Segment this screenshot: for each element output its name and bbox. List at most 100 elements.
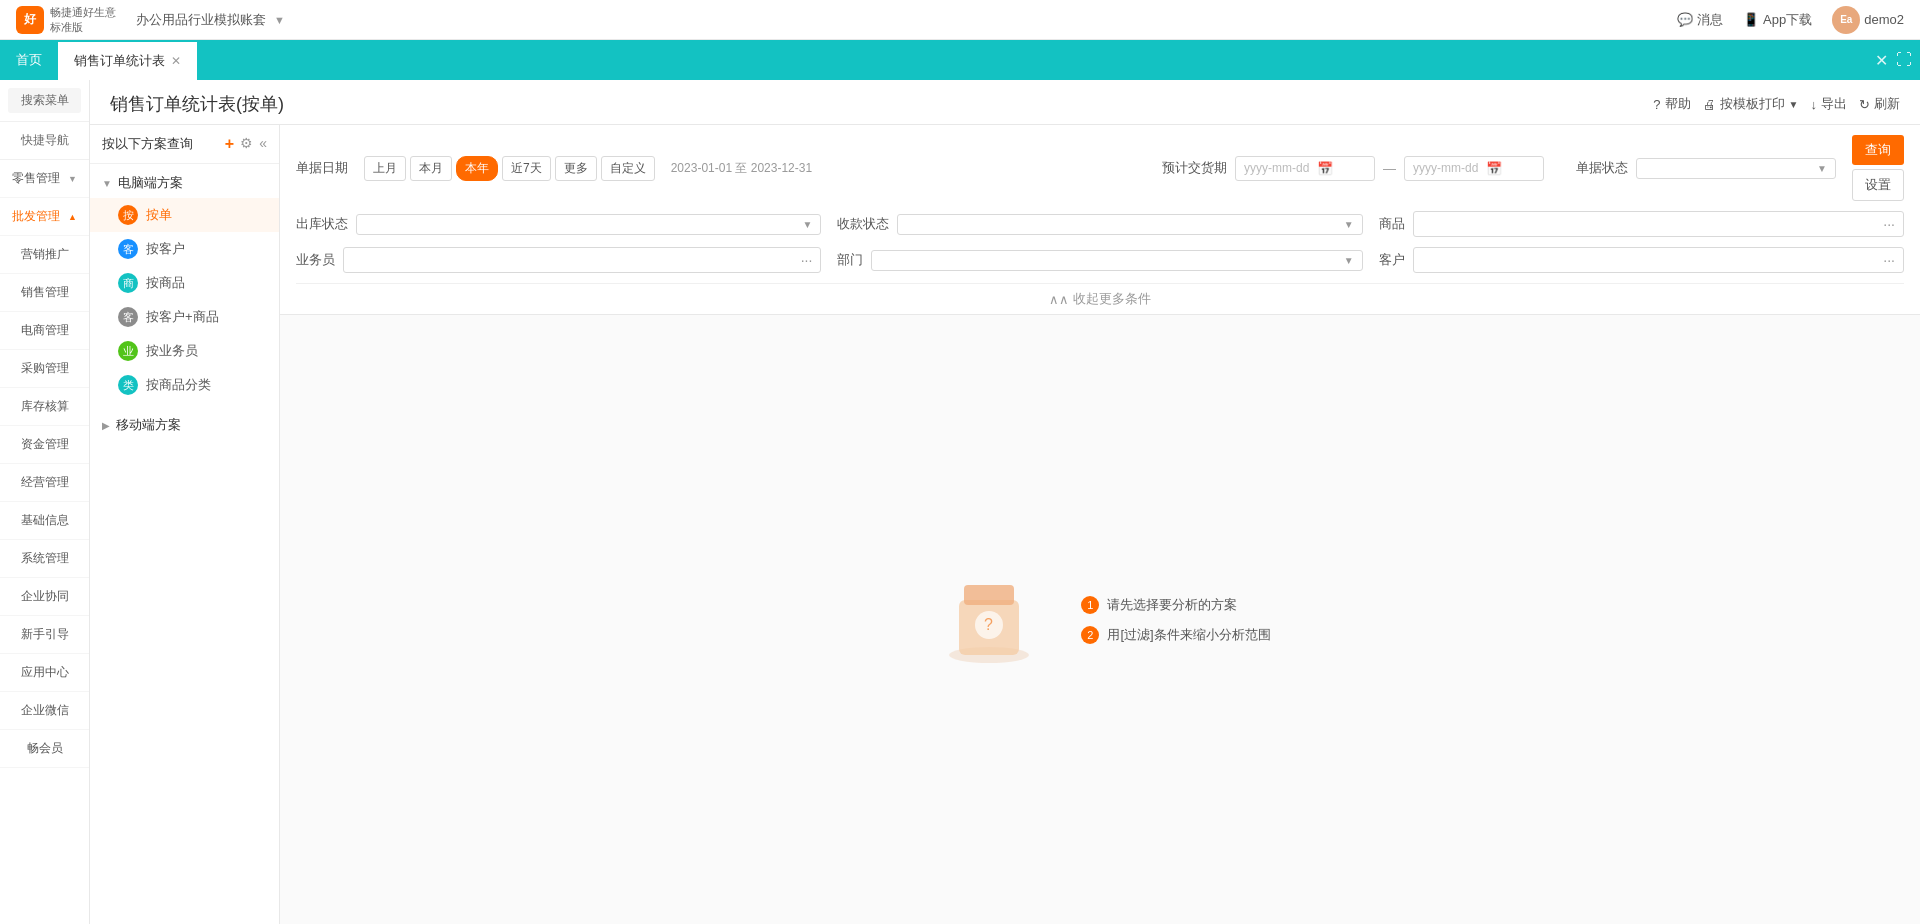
sidebar-item-wholesale-label: 批发管理 (12, 208, 60, 225)
tab-expand-icon[interactable]: ⛶ (1896, 51, 1912, 69)
scheme-add-icon[interactable]: + (225, 135, 234, 153)
sidebar-item-operation[interactable]: 经营管理 (0, 464, 89, 502)
pc-group-arrow-icon: ▼ (102, 178, 112, 189)
sidebar-item-sales[interactable]: 销售管理 (0, 274, 89, 312)
scheme-edit-icon[interactable]: ⚙ (240, 135, 253, 153)
calendar-icon-2: 📅 (1486, 161, 1502, 176)
scheme-header: 按以下方案查询 + ⚙ « (90, 125, 279, 164)
sidebar-item-inventory[interactable]: 库存核算 (0, 388, 89, 426)
scheme-item-bystaff-icon: 业 (118, 341, 138, 361)
page-title: 销售订单统计表(按单) (110, 92, 284, 116)
sidebar-item-retail[interactable]: 零售管理 ▼ (0, 160, 89, 198)
mobile-group-title: 移动端方案 (116, 416, 181, 434)
sidebar-item-finance[interactable]: 资金管理 (0, 426, 89, 464)
payment-select[interactable]: ▼ (897, 214, 1362, 235)
collapse-button[interactable]: ∧∧ 收起更多条件 (1049, 290, 1151, 308)
empty-hints: 1 请先选择要分析的方案 2 用[过滤]条件来缩小分析范围 (1081, 596, 1270, 644)
tab-home[interactable]: 首页 (0, 40, 58, 80)
sidebar-item-retail-label: 零售管理 (12, 170, 60, 187)
collapse-area: ∧∧ 收起更多条件 (296, 283, 1904, 314)
goods-select[interactable]: ··· (1413, 211, 1904, 237)
sidebar-item-wholesale[interactable]: 批发管理 ▲ (0, 198, 89, 236)
sidebar-item-enterprise[interactable]: 企业协同 (0, 578, 89, 616)
scheme-item-by-category[interactable]: 类 按商品分类 (90, 368, 279, 402)
print-arrow-icon: ▼ (1789, 99, 1799, 110)
scheme-collapse-icon[interactable]: « (259, 135, 267, 153)
sidebar-item-member[interactable]: 畅会员 (0, 730, 89, 768)
tab-sales-stat[interactable]: 销售订单统计表 ✕ (58, 40, 197, 80)
date-btn-custom[interactable]: 自定义 (601, 156, 655, 181)
filter-row-3: 业务员 ··· 部门 ▼ (296, 247, 1904, 273)
payment-label: 收款状态 (837, 215, 889, 233)
query-button[interactable]: 查询 (1852, 135, 1904, 165)
message-icon: 💬 (1677, 12, 1693, 27)
delivery-select[interactable]: ▼ (356, 214, 821, 235)
help-button[interactable]: ? 帮助 (1653, 95, 1690, 113)
message-button[interactable]: 💬 消息 (1677, 11, 1723, 29)
top-bar-left: 好 畅捷通好生意 标准版 办公用品行业模拟账套 ▼ (16, 5, 285, 34)
content-area: 销售订单统计表(按单) ? 帮助 🖨 按模板打印 ▼ ↓ 导出 ↻ 刷新 (90, 80, 1920, 924)
expected-date-start[interactable]: yyyy-mm-dd 📅 (1235, 156, 1375, 181)
dept-arrow-icon: ▼ (1344, 255, 1354, 266)
expected-date-end-placeholder: yyyy-mm-dd (1413, 161, 1478, 175)
date-buttons-group: 上月 本月 本年 近7天 更多 自定义 (364, 156, 655, 181)
mobile-icon: 📱 (1743, 12, 1759, 27)
logo-area: 好 畅捷通好生意 标准版 (16, 5, 116, 34)
date-btn-7days[interactable]: 近7天 (502, 156, 551, 181)
export-icon: ↓ (1811, 97, 1818, 112)
export-button[interactable]: ↓ 导出 (1811, 95, 1848, 113)
sidebar-item-marketing[interactable]: 营销推广 (0, 236, 89, 274)
search-menu-button[interactable]: 搜索菜单 (8, 88, 81, 113)
print-template-button[interactable]: 🖨 按模板打印 ▼ (1703, 95, 1799, 113)
app-download-button[interactable]: 📱 App下载 (1743, 11, 1812, 29)
settings-button[interactable]: 设置 (1852, 169, 1904, 201)
sidebar-item-ecommerce[interactable]: 电商管理 (0, 312, 89, 350)
customer-label: 客户 (1379, 251, 1405, 269)
date-btn-more[interactable]: 更多 (555, 156, 597, 181)
user-menu[interactable]: Ea demo2 (1832, 6, 1904, 34)
mobile-group-arrow-icon: ▶ (102, 420, 110, 431)
staff-dots-icon: ··· (801, 252, 813, 268)
breadcrumb-arrow-icon[interactable]: ▼ (274, 14, 285, 26)
date-btn-this-month[interactable]: 本月 (410, 156, 452, 181)
date-btn-this-year[interactable]: 本年 (456, 156, 498, 181)
scheme-item-by-customer[interactable]: 客 按客户 (90, 232, 279, 266)
hint-text-1: 请先选择要分析的方案 (1107, 596, 1237, 614)
scheme-group-mobile-header[interactable]: ▶ 移动端方案 (90, 410, 279, 440)
payment-status-cell: 收款状态 ▼ (821, 214, 1378, 235)
sidebar-item-appcenter[interactable]: 应用中心 (0, 654, 89, 692)
dept-select[interactable]: ▼ (871, 250, 1362, 271)
tab-close-icon[interactable]: ✕ (171, 54, 181, 68)
scheme-group-mobile: ▶ 移动端方案 (90, 406, 279, 444)
scheme-item-by-customer-goods[interactable]: 客 按客户+商品 (90, 300, 279, 334)
expected-date-end[interactable]: yyyy-mm-dd 📅 (1404, 156, 1544, 181)
calendar-icon: 📅 (1317, 161, 1333, 176)
date-btn-last-month[interactable]: 上月 (364, 156, 406, 181)
scheme-item-by-staff[interactable]: 业 按业务员 (90, 334, 279, 368)
scheme-group-pc-header[interactable]: ▼ 电脑端方案 (90, 168, 279, 198)
expected-date-label: 预计交货期 (1162, 159, 1227, 177)
sidebar-item-system[interactable]: 系统管理 (0, 540, 89, 578)
sidebar-item-basic[interactable]: 基础信息 (0, 502, 89, 540)
scheme-item-by-order[interactable]: 按 按单 (90, 198, 279, 232)
status-select-arrow-icon: ▼ (1817, 163, 1827, 174)
data-area: ? 1 请先选择要分析的方案 2 用[过滤]条件来缩小分析范围 (280, 315, 1920, 924)
status-select[interactable]: ▼ (1636, 158, 1836, 179)
sidebar-item-guide[interactable]: 新手引导 (0, 616, 89, 654)
tab-close-all-icon[interactable]: ✕ (1875, 51, 1888, 70)
customer-select[interactable]: ··· (1413, 247, 1904, 273)
staff-select[interactable]: ··· (343, 247, 821, 273)
date-label: 单据日期 (296, 159, 348, 177)
home-tab-label: 首页 (16, 51, 42, 69)
sales-tab-label: 销售订单统计表 (74, 52, 165, 70)
action-buttons: 查询 设置 (1852, 135, 1904, 201)
refresh-button[interactable]: ↻ 刷新 (1859, 95, 1900, 113)
sidebar-item-wechat[interactable]: 企业微信 (0, 692, 89, 730)
delivery-label: 出库状态 (296, 215, 348, 233)
status-label: 单据状态 (1576, 159, 1628, 177)
sidebar-item-purchase[interactable]: 采购管理 (0, 350, 89, 388)
tab-bar: 首页 销售订单统计表 ✕ ✕ ⛶ (0, 40, 1920, 80)
scheme-item-by-goods[interactable]: 商 按商品 (90, 266, 279, 300)
collapse-chevron-icon: ∧∧ (1049, 292, 1069, 307)
quick-nav-button[interactable]: 快捷导航 (0, 126, 89, 155)
